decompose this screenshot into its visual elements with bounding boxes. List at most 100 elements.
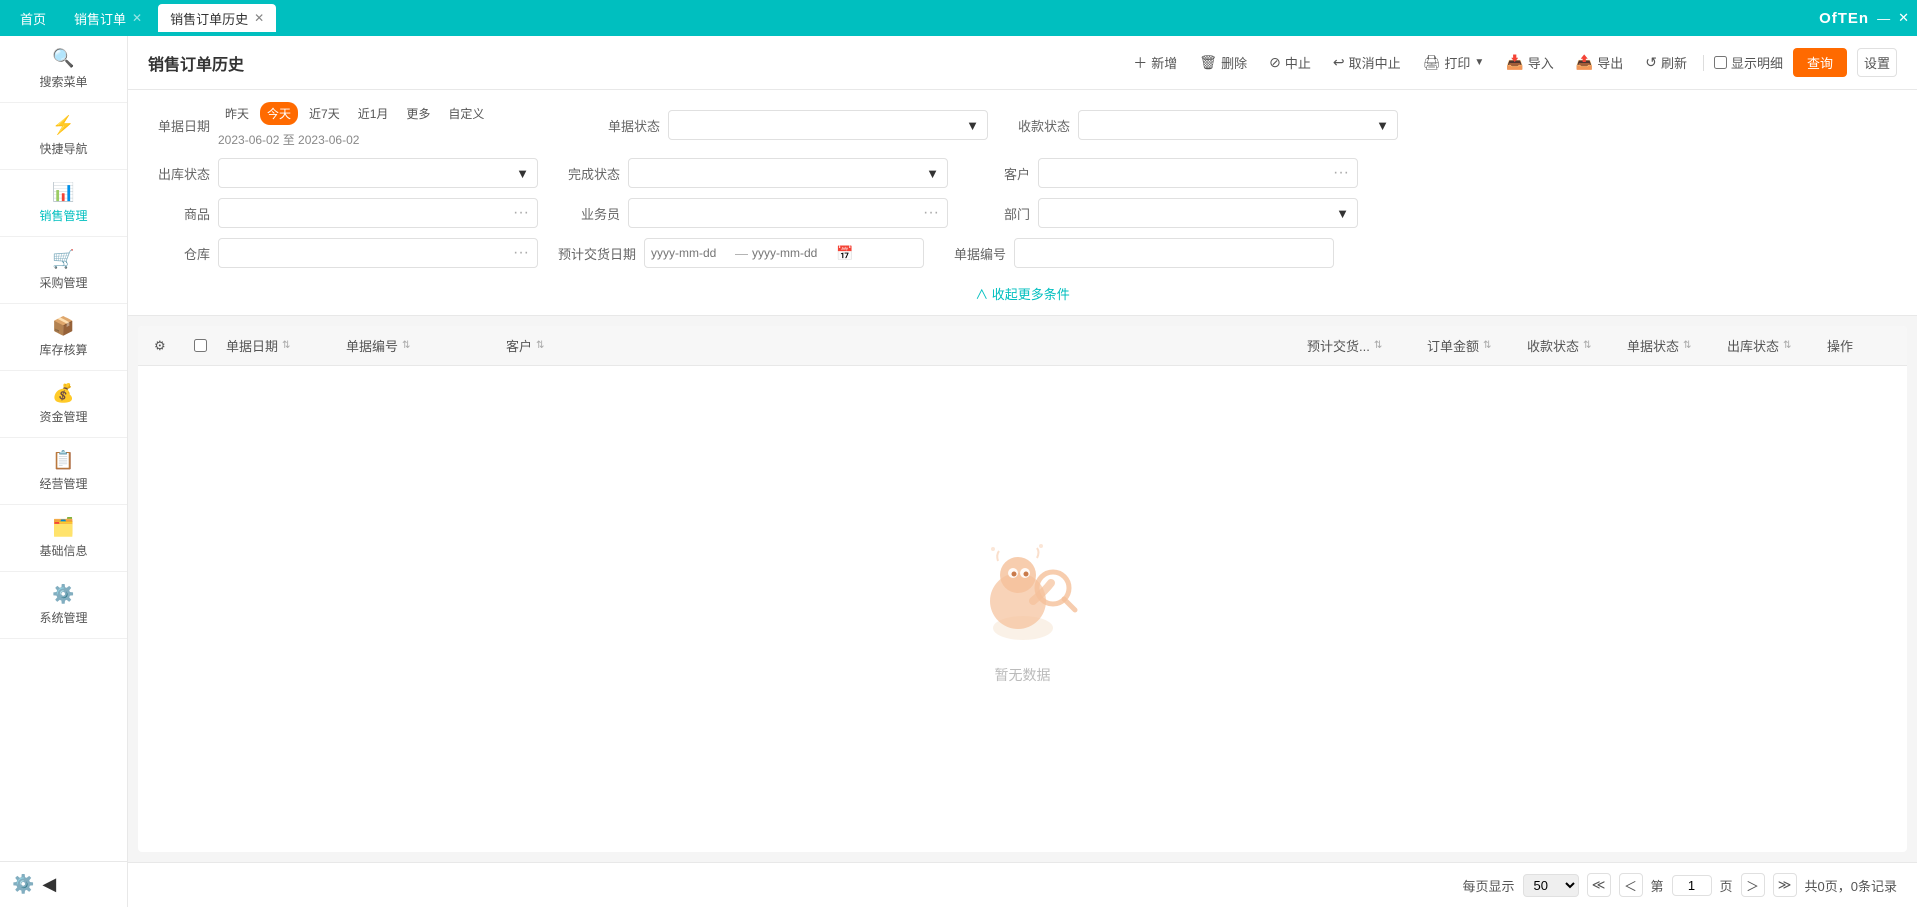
print-button[interactable]: 🖨 打印 ▼ [1417,49,1491,76]
th-customer-sort-icon: ⇅ [536,340,544,351]
stop-button[interactable]: ⊘ 中止 [1263,49,1317,76]
sidebar-item-quick-nav[interactable]: ⚡ 快捷导航 [0,103,127,170]
window-close[interactable]: ✕ [1898,10,1909,26]
th-delivery-label: 预计交货... [1307,336,1370,355]
filter-label-product: 商品 [148,204,218,223]
product-dots[interactable]: ··· [513,204,529,222]
sidebar-item-finance[interactable]: 💰 资金管理 [0,371,127,438]
display-toggle[interactable]: 显示明细 [1714,53,1783,72]
next-page-btn[interactable]: ＞ [1741,873,1765,897]
delete-label: 删除 [1221,53,1247,72]
calendar-icon-start[interactable]: 📅 [836,245,853,262]
th-bill-status[interactable]: 单据状态 ⇅ [1619,336,1719,355]
product-input[interactable]: ··· [218,198,538,228]
tab-sales-order-label: 销售订单 [74,9,126,28]
th-payment-sort-icon: ⇅ [1583,340,1591,351]
refresh-button[interactable]: ↺ 刷新 [1639,49,1693,76]
stop-label: 中止 [1285,53,1311,72]
th-delivery[interactable]: 预计交货... ⇅ [1299,336,1419,355]
refresh-icon: ↺ [1645,54,1657,71]
delivery-date-input-group: — 📅 [644,238,924,268]
sidebar-item-basic-info[interactable]: 🗂️ 基础信息 [0,505,127,572]
date-btn-1month[interactable]: 近1月 [351,102,396,125]
delivery-date-end[interactable] [752,246,832,260]
customer-dots[interactable]: ··· [1333,164,1349,182]
sidebar-item-inventory[interactable]: 📦 库存核算 [0,304,127,371]
date-btn-7days[interactable]: 近7天 [302,102,347,125]
date-btn-more[interactable]: 更多 [399,102,437,125]
first-page-btn[interactable]: ≪ [1587,873,1611,897]
prev-page-btn[interactable]: ＜ [1619,873,1643,897]
th-number[interactable]: 单据编号 ⇅ [338,336,498,355]
warehouse-input[interactable]: ··· [218,238,538,268]
warehouse-dots[interactable]: ··· [513,244,529,262]
page-number-input[interactable] [1672,875,1712,896]
sidebar-item-basic-info-label: 基础信息 [39,542,87,559]
date-btn-yesterday[interactable]: 昨天 [218,102,256,125]
delete-button[interactable]: 🗑 删除 [1193,49,1253,76]
filter-row-3: 商品 ··· 业务员 ··· 部门 ▼ [148,198,1897,228]
tab-sales-order[interactable]: 销售订单 ✕ [62,4,154,32]
per-page-label: 每页显示 [1462,876,1514,895]
last-page-btn[interactable]: ≫ [1773,873,1797,897]
completion-status-select[interactable]: ▼ [628,158,948,188]
filter-row-4: 仓库 ··· 预计交货日期 — 📅 单据编号 [148,238,1897,268]
empty-illustration [963,533,1083,653]
export-button[interactable]: 📤 导出 [1570,49,1629,76]
settings-button[interactable]: 设置 [1857,48,1897,77]
sidebar-item-system-label: 系统管理 [39,609,87,626]
filter-collapse[interactable]: ∧ 收起更多条件 [148,278,1897,303]
payment-status-select[interactable]: ▼ [1078,110,1398,140]
page-label: 第 [1651,876,1664,895]
sidebar-item-purchase[interactable]: 🛒 采购管理 [0,237,127,304]
th-amount[interactable]: 订单金额 ⇅ [1419,336,1519,355]
cancel-stop-button[interactable]: ↩ 取消中止 [1327,49,1407,76]
tab-sales-order-close[interactable]: ✕ [132,11,142,25]
outbound-status-select[interactable]: ▼ [218,158,538,188]
filter-label-customer: 客户 [968,164,1038,183]
sidebar-collapse-icon[interactable]: ◀ [42,874,56,895]
filter-label-date: 单据日期 [148,116,218,135]
refresh-label: 刷新 [1661,53,1687,72]
th-date[interactable]: 单据日期 ⇅ [218,336,338,355]
filter-collapse-text: ∧ 收起更多条件 [975,287,1070,302]
department-select[interactable]: ▼ [1038,198,1358,228]
window-minimize[interactable]: — [1877,11,1890,26]
th-customer[interactable]: 客户 ⇅ [498,336,1299,355]
customer-input[interactable]: ··· [1038,158,1358,188]
sidebar-item-purchase-label: 采购管理 [39,274,87,291]
new-button[interactable]: ＋ 新增 [1127,49,1183,77]
th-settings[interactable]: ⚙ [146,338,182,354]
sidebar-item-system[interactable]: ⚙️ 系统管理 [0,572,127,639]
tab-sales-order-history[interactable]: 销售订单历史 ✕ [158,4,276,32]
sidebar-item-operations-label: 经营管理 [39,475,87,492]
per-page-select[interactable]: 10 20 50 100 [1523,874,1579,897]
sidebar-item-operations[interactable]: 📋 经营管理 [0,438,127,505]
delivery-date-start[interactable] [651,246,731,260]
sidebar-bottom: ⚙️ ◀ [0,861,127,907]
th-delivery-sort-icon: ⇅ [1374,340,1382,351]
sidebar-item-search-menu[interactable]: 🔍 搜索菜单 [0,36,127,103]
select-all-checkbox[interactable] [194,339,207,352]
tab-home[interactable]: 首页 [8,4,58,32]
th-date-label: 单据日期 [226,336,278,355]
payment-status-arrow: ▼ [1376,118,1389,133]
date-btn-custom[interactable]: 自定义 [441,102,491,125]
sidebar-item-sales[interactable]: 📊 销售管理 [0,170,127,237]
import-button[interactable]: 📥 导入 [1500,49,1559,76]
sidebar-settings-icon[interactable]: ⚙️ [12,874,34,895]
display-toggle-label: 显示明细 [1731,53,1783,72]
query-button[interactable]: 查询 [1793,48,1847,77]
bill-status-select[interactable]: ▼ [668,110,988,140]
salesperson-dots[interactable]: ··· [923,204,939,222]
sales-icon: 📊 [52,182,74,203]
display-toggle-checkbox[interactable] [1714,56,1727,69]
th-outbound[interactable]: 出库状态 ⇅ [1719,336,1819,355]
salesperson-input[interactable]: ··· [628,198,948,228]
tab-history-close[interactable]: ✕ [254,11,264,25]
table-header: ⚙ 单据日期 ⇅ 单据编号 ⇅ 客户 ⇅ 预计交货... [138,326,1907,366]
bill-number-input[interactable] [1014,238,1334,268]
th-payment[interactable]: 收款状态 ⇅ [1519,336,1619,355]
th-checkbox[interactable] [182,339,218,352]
date-btn-today[interactable]: 今天 [260,102,298,125]
